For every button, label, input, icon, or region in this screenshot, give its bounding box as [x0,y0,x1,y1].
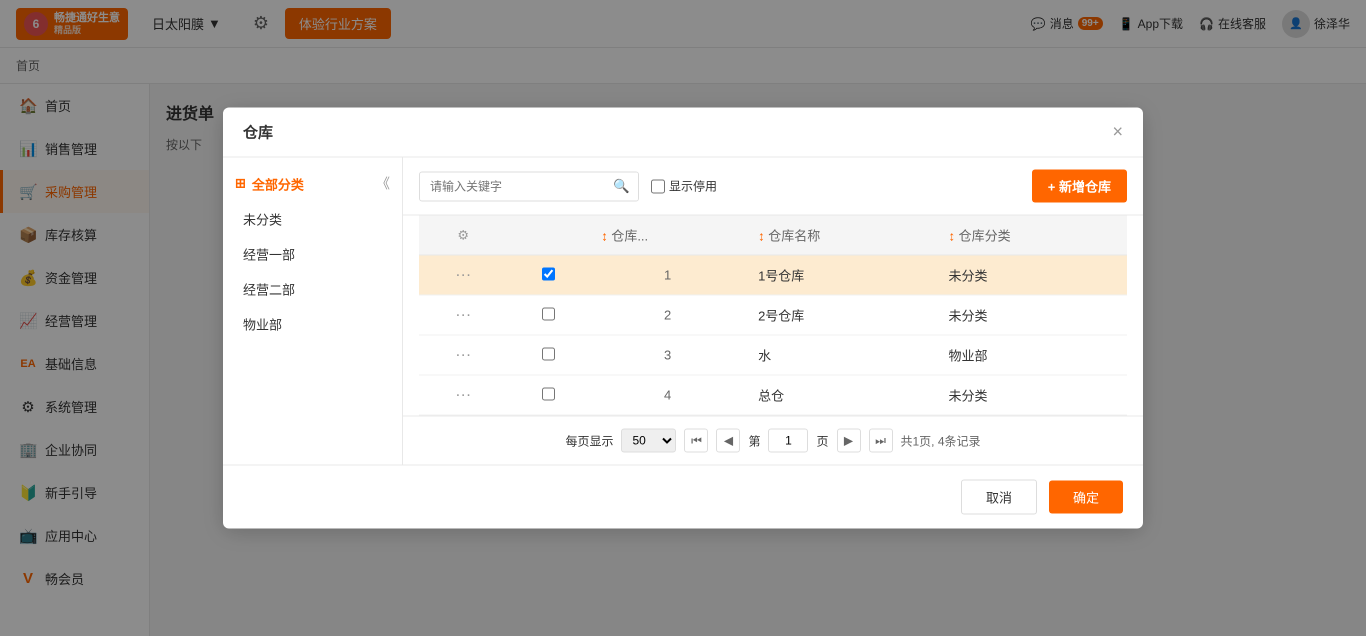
row-more-button[interactable]: ··· [455,346,471,363]
row-select-cell [507,255,589,295]
table-row[interactable]: ··· 3 水 物业部 [419,335,1127,375]
table-body: ··· 1 1号仓库 未分类 ··· 2 2号仓库 未分类 ··· [419,255,1127,415]
row-index: 4 [589,375,746,415]
first-page-button[interactable]: ⏮ [684,429,708,453]
modal-title: 仓库 [243,122,273,143]
row-select-cell [507,295,589,335]
table-wrap: ⚙ ↕ 仓库... ↕ 仓库名称 ↕ [403,216,1143,416]
row-index: 3 [589,335,746,375]
grid-icon: ⊞ [235,176,246,192]
add-warehouse-button[interactable]: + 新增仓库 [1032,170,1127,203]
table-header-row: ⚙ ↕ 仓库... ↕ 仓库名称 ↕ [419,216,1127,256]
per-page-select[interactable]: 50 20 100 [621,429,676,453]
row-actions-cell[interactable]: ··· [419,295,507,335]
row-category-cell: 未分类 [937,295,1127,335]
row-category-cell: 未分类 [937,375,1127,415]
col-code: ↕ 仓库... [589,216,746,256]
row-name-cell: 1号仓库 [746,255,936,295]
row-select-cell [507,375,589,415]
row-category-cell: 未分类 [937,255,1127,295]
row-select-checkbox[interactable] [542,387,555,400]
modal-close-button[interactable]: × [1112,122,1123,143]
collapse-button[interactable]: 《 [376,174,390,194]
row-actions-cell[interactable]: ··· [419,255,507,295]
search-button[interactable]: 🔍 [605,172,638,200]
row-category-cell: 物业部 [937,335,1127,375]
cancel-button[interactable]: 取消 [961,480,1037,515]
last-page-button[interactable]: ⏭ [869,429,893,453]
pagination: 每页显示 50 20 100 ⏮ ◀ 第 页 ▶ ⏭ 共1页, 4条记录 [403,416,1143,465]
row-actions-cell[interactable]: ··· [419,335,507,375]
row-actions-cell[interactable]: ··· [419,375,507,415]
confirm-button[interactable]: 确定 [1049,481,1123,514]
search-bar: 🔍 显示停用 + 新增仓库 [403,158,1143,216]
category-item-property[interactable]: 物业部 [223,307,402,342]
category-item-unclassified[interactable]: 未分类 [223,202,402,237]
category-item-ops2[interactable]: 经营二部 [223,272,402,307]
category-all[interactable]: ⊞ 全部分类 《 [223,166,402,202]
show-disabled-checkbox[interactable] [651,179,665,193]
next-page-button[interactable]: ▶ [837,429,861,453]
right-panel: 🔍 显示停用 + 新增仓库 ⚙ ↕ [403,158,1143,465]
table-row[interactable]: ··· 1 1号仓库 未分类 [419,255,1127,295]
modal-header: 仓库 × [223,108,1143,158]
category-panel: ⊞ 全部分类 《 未分类 经营一部 经营二部 物业部 [223,158,403,465]
search-input-wrap: 🔍 [419,171,639,201]
page-unit: 页 [816,432,828,449]
page-number-input[interactable] [768,429,808,453]
row-more-button[interactable]: ··· [455,306,471,323]
modal-body: ⊞ 全部分类 《 未分类 经营一部 经营二部 物业部 🔍 显示停用 [223,158,1143,465]
category-item-ops1[interactable]: 经营一部 [223,237,402,272]
row-index: 2 [589,295,746,335]
row-name-cell: 水 [746,335,936,375]
warehouse-table: ⚙ ↕ 仓库... ↕ 仓库名称 ↕ [419,216,1127,416]
row-select-checkbox[interactable] [542,267,555,280]
modal-footer: 取消 确定 [223,465,1143,529]
show-disabled-label[interactable]: 显示停用 [651,178,717,195]
row-select-cell [507,335,589,375]
per-page-label: 每页显示 [565,432,613,449]
row-name-cell: 2号仓库 [746,295,936,335]
row-name-cell: 总仓 [746,375,936,415]
col-category: ↕ 仓库分类 [937,216,1127,256]
row-select-checkbox[interactable] [542,307,555,320]
prev-page-button[interactable]: ◀ [716,429,740,453]
total-info: 共1页, 4条记录 [901,432,981,449]
table-row[interactable]: ··· 4 总仓 未分类 [419,375,1127,415]
row-more-button[interactable]: ··· [455,266,471,283]
col-checkbox [507,216,589,256]
row-more-button[interactable]: ··· [455,386,471,403]
warehouse-modal: 仓库 × ⊞ 全部分类 《 未分类 经营一部 经营二部 物业部 🔍 [223,108,1143,529]
table-row[interactable]: ··· 2 2号仓库 未分类 [419,295,1127,335]
row-select-checkbox[interactable] [542,347,555,360]
page-label: 第 [748,432,760,449]
search-input[interactable] [420,173,605,199]
col-settings[interactable]: ⚙ [419,216,507,256]
col-name: ↕ 仓库名称 [746,216,936,256]
row-index: 1 [589,255,746,295]
